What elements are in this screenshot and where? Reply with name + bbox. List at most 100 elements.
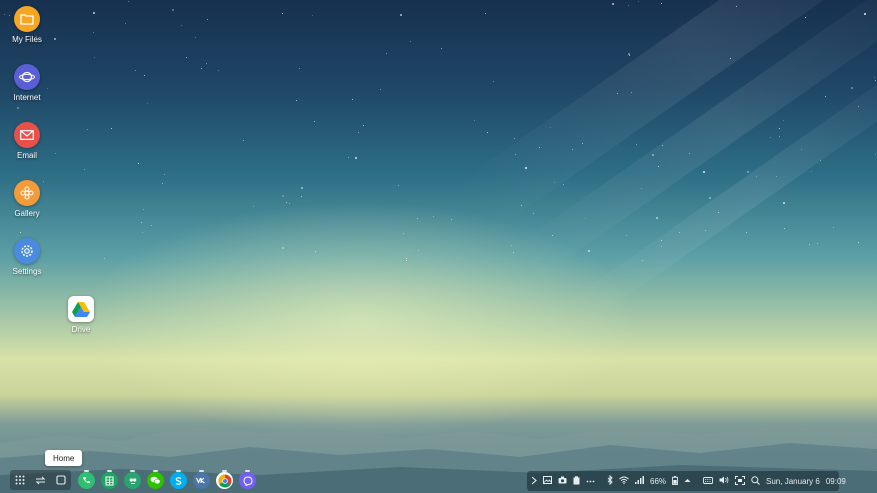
wallpaper-star — [628, 53, 630, 55]
keyboard-icon[interactable] — [703, 477, 713, 486]
wallpaper-star — [201, 68, 202, 69]
wallpaper-streak — [506, 0, 877, 286]
bluetooth-icon[interactable] — [607, 475, 613, 487]
wallpaper-star — [783, 120, 784, 121]
desktop-icon-label: Internet — [0, 93, 57, 102]
wallpaper-star — [539, 147, 540, 148]
wallpaper-star — [851, 87, 853, 89]
desktop-icon-drive[interactable]: Drive — [51, 296, 111, 334]
wallpaper-star — [386, 53, 387, 54]
battery-icon[interactable] — [672, 476, 678, 487]
wallpaper-star — [661, 240, 662, 241]
wallpaper-star — [282, 13, 283, 14]
recent-apps-icon — [35, 476, 46, 485]
clipboard-notification-icon[interactable] — [573, 476, 580, 487]
wallpaper-star — [661, 3, 662, 4]
wallpaper-star — [833, 227, 834, 228]
home-icon — [56, 475, 66, 485]
wallpaper-star — [406, 260, 407, 261]
wallpaper-star — [642, 260, 643, 261]
date-label[interactable]: Sun, January 6 — [766, 477, 820, 486]
wifi-icon[interactable] — [619, 476, 629, 486]
desktop-icon-label: Settings — [0, 267, 57, 276]
wallpaper-star — [626, 235, 627, 236]
wallpaper-star — [17, 107, 19, 109]
wallpaper-star — [746, 232, 747, 233]
viber-app-icon[interactable] — [239, 472, 256, 489]
owl-app-icon[interactable] — [124, 472, 141, 489]
wallpaper-star — [705, 230, 706, 231]
planet-icon — [14, 64, 40, 90]
wallpaper-star — [689, 153, 690, 154]
wallpaper-star — [493, 81, 494, 82]
more-icon[interactable] — [586, 477, 595, 485]
volume-icon[interactable] — [719, 476, 729, 486]
wallpaper-star — [783, 202, 785, 204]
wallpaper-star — [164, 174, 165, 175]
wallpaper-star — [406, 258, 407, 259]
wechat-app-icon[interactable] — [147, 472, 164, 489]
time-label[interactable]: 09:09 — [826, 477, 846, 486]
search-icon[interactable] — [751, 476, 760, 487]
wallpaper-star — [135, 70, 136, 71]
wallpaper-star — [380, 89, 381, 90]
desktop-icon-gallery[interactable]: Gallery — [0, 180, 57, 218]
sheets-app-icon[interactable] — [101, 472, 118, 489]
chrome-app-icon[interactable] — [216, 472, 233, 489]
wallpaper-star — [299, 68, 300, 69]
chevron-up-icon[interactable] — [684, 477, 691, 485]
wallpaper-star — [138, 163, 139, 164]
taskbar-controls — [10, 470, 71, 490]
home-button[interactable] — [52, 471, 70, 489]
wallpaper-star — [358, 132, 359, 133]
desktop-icon-my-files[interactable]: My Files — [0, 6, 57, 44]
desktop-icon-settings[interactable]: Settings — [0, 238, 57, 276]
wallpaper-star — [93, 32, 94, 33]
wallpaper-star — [417, 218, 418, 219]
wallpaper-star — [805, 17, 806, 18]
expand-tray-icon[interactable] — [531, 476, 537, 487]
wallpaper-star — [144, 75, 145, 76]
system-tray: 66% Sun, January 6 09:09 — [527, 471, 839, 491]
wallpaper-star — [403, 233, 404, 234]
wallpaper-star — [363, 125, 364, 126]
recent-apps-button[interactable] — [31, 471, 49, 489]
apps-grid-button[interactable] — [11, 471, 29, 489]
desktop-icon-label: My Files — [0, 35, 57, 44]
battery-percent: 66% — [650, 477, 666, 486]
wallpaper-star — [181, 25, 182, 26]
wallpaper-star — [400, 14, 402, 16]
gallery-notification-icon[interactable] — [543, 476, 552, 486]
wallpaper-star — [779, 128, 780, 129]
wallpaper-star — [636, 144, 637, 145]
wallpaper-star — [355, 157, 357, 159]
wallpaper-star — [128, 1, 129, 2]
wallpaper-star — [487, 132, 488, 133]
camera-notification-icon[interactable] — [558, 476, 567, 486]
wallpaper-star — [206, 63, 207, 64]
wallpaper-star — [784, 228, 785, 229]
wallpaper-star — [87, 129, 88, 130]
desktop-icon-email[interactable]: Email — [0, 122, 57, 160]
wallpaper-star — [93, 12, 95, 14]
wallpaper-star — [515, 154, 516, 155]
desktop-icon-internet[interactable]: Internet — [0, 64, 57, 102]
wallpaper-star — [151, 225, 152, 226]
wallpaper-star — [314, 121, 315, 122]
vk-app-icon[interactable] — [193, 472, 210, 489]
wallpaper-star — [736, 6, 737, 7]
wallpaper-star — [638, 1, 639, 2]
wallpaper-star — [875, 154, 876, 155]
wallpaper-star — [433, 216, 434, 217]
wallpaper-star — [709, 197, 711, 199]
wallpaper-star — [286, 202, 287, 203]
wallpaper-star — [582, 143, 583, 144]
envelope-icon — [14, 122, 40, 148]
signal-icon[interactable] — [635, 476, 644, 486]
wallpaper-star — [296, 100, 297, 101]
wallpaper-star — [703, 171, 705, 173]
phone-app-icon[interactable] — [78, 472, 95, 489]
fullscreen-icon[interactable] — [735, 476, 745, 487]
wallpaper-star — [631, 92, 632, 93]
skype-app-icon[interactable] — [170, 472, 187, 489]
